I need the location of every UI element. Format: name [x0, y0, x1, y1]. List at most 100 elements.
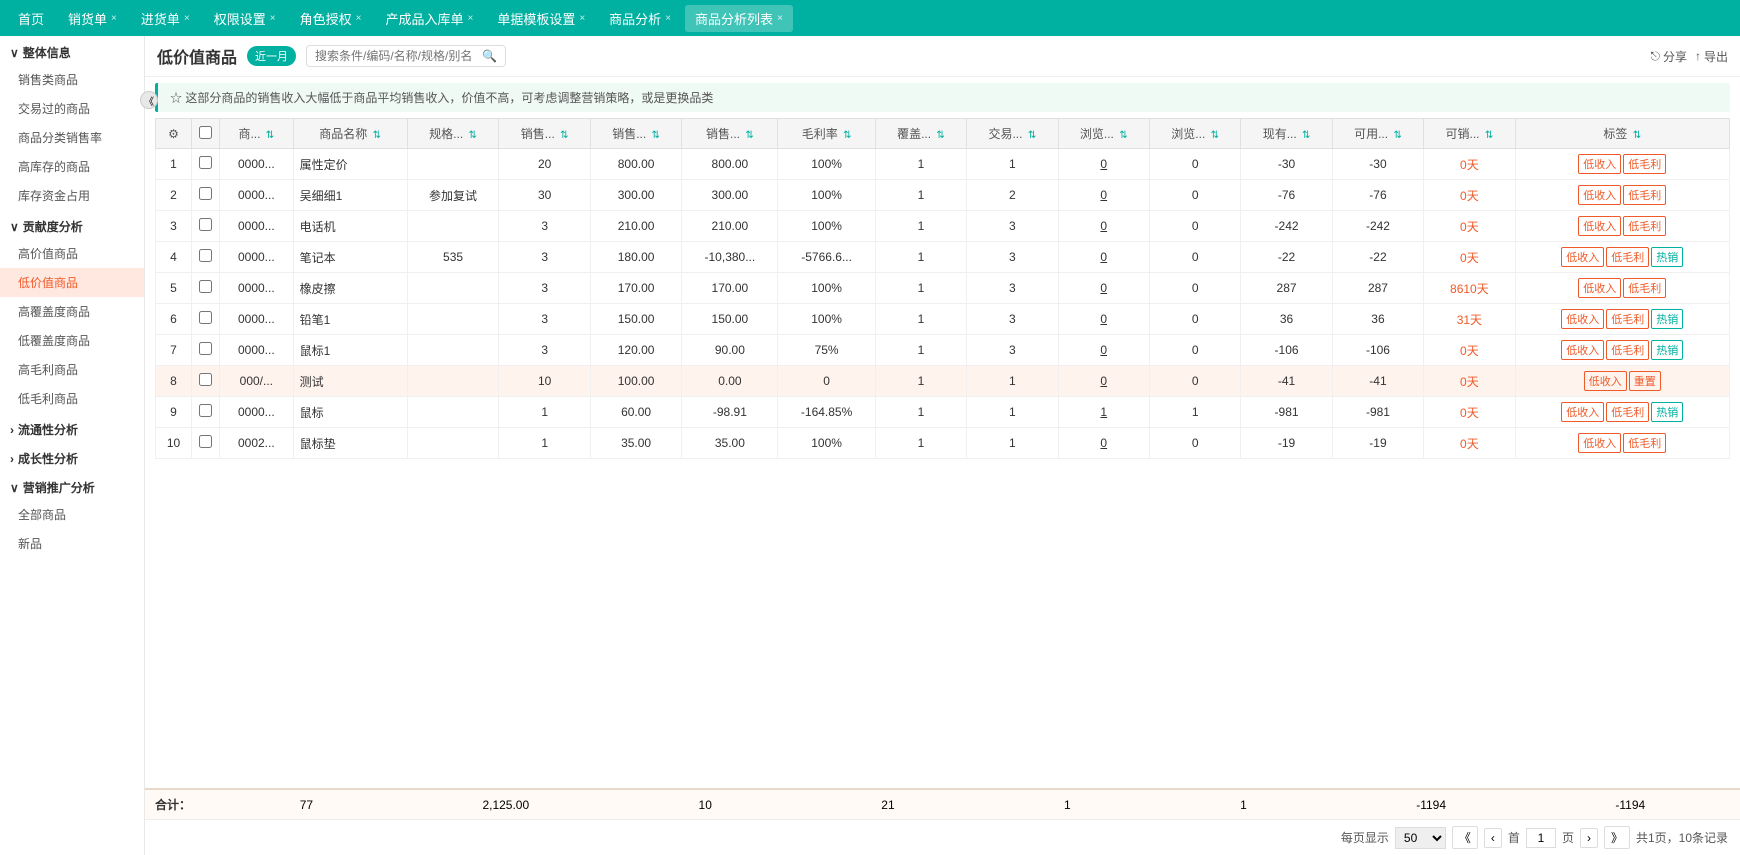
row-checkbox[interactable] — [199, 156, 212, 169]
close-icon[interactable]: × — [579, 13, 585, 24]
col-trade[interactable]: 交易... ⇅ — [967, 119, 1058, 149]
sidebar-item-low-value[interactable]: 低价值商品 — [0, 268, 144, 297]
sidebar-item-low-coverage[interactable]: 低覆盖度商品 — [0, 326, 144, 355]
sidebar-item-all-products[interactable]: 全部商品 — [0, 500, 144, 529]
row-checkbox[interactable] — [199, 218, 212, 231]
row-browse2: 0 — [1149, 335, 1240, 366]
col-browse2[interactable]: 浏览... ⇅ — [1149, 119, 1240, 149]
col-tags[interactable]: 标签 ⇅ — [1515, 119, 1729, 149]
search-icon[interactable]: 🔍 — [482, 49, 497, 63]
sidebar-item-traded-products[interactable]: 交易过的商品 — [0, 94, 144, 123]
table-row: 10 0002... 鼠标垫 1 35.00 35.00 100% 1 1 0 … — [156, 428, 1730, 459]
close-icon[interactable]: × — [467, 13, 473, 24]
last-page-button[interactable]: 》 — [1604, 826, 1630, 849]
sidebar-section-growth[interactable]: › 成长性分析 — [0, 442, 144, 471]
footer-col7: 1 — [1064, 798, 1071, 812]
per-page-select[interactable]: 50 100 — [1395, 827, 1446, 849]
col-sales3[interactable]: 销售... ⇅ — [682, 119, 778, 149]
nav-permissions[interactable]: 权限设置 × — [204, 5, 286, 32]
sidebar-section-marketing[interactable]: ∨ 营销推广分析 — [0, 471, 144, 500]
tag-label: 低收入 — [1578, 433, 1621, 453]
sidebar-item-new-products[interactable]: 新品 — [0, 529, 144, 558]
row-days: 0天 — [1424, 180, 1515, 211]
sidebar-item-sales-products[interactable]: 销售类商品 — [0, 65, 144, 94]
row-current: -19 — [1241, 428, 1332, 459]
prev-page-button[interactable]: ‹ — [1484, 828, 1502, 848]
row-checkbox[interactable] — [199, 373, 212, 386]
search-input[interactable] — [315, 49, 478, 63]
browse-link[interactable]: 0 — [1100, 219, 1107, 233]
close-icon[interactable]: × — [665, 13, 671, 24]
sidebar-item-high-margin[interactable]: 高毛利商品 — [0, 355, 144, 384]
row-days: 0天 — [1424, 211, 1515, 242]
col-name[interactable]: 商品名称 ⇅ — [293, 119, 407, 149]
col-settings[interactable]: ⚙ — [156, 119, 192, 149]
header-actions: ⎋ 分享 ↑ 导出 — [1650, 48, 1728, 65]
row-checkbox[interactable] — [199, 280, 212, 293]
row-spec — [407, 304, 499, 335]
close-icon[interactable]: × — [270, 13, 276, 24]
col-coverage[interactable]: 覆盖... ⇅ — [875, 119, 966, 149]
sidebar-item-inventory-funds[interactable]: 库存资金占用 — [0, 181, 144, 210]
top-nav: 首页 销货单 × 进货单 × 权限设置 × 角色授权 × 产成品入库单 × 单据… — [0, 0, 1740, 36]
sidebar-item-high-coverage[interactable]: 高覆盖度商品 — [0, 297, 144, 326]
row-code: 0002... — [220, 428, 294, 459]
browse-link[interactable]: 0 — [1100, 374, 1107, 388]
select-all-checkbox[interactable] — [199, 126, 212, 139]
sidebar-item-high-inventory[interactable]: 高库存的商品 — [0, 152, 144, 181]
col-code[interactable]: 商... ⇅ — [220, 119, 294, 149]
nav-analysis[interactable]: 商品分析 × — [599, 5, 681, 32]
browse-link[interactable]: 0 — [1100, 250, 1107, 264]
browse-link[interactable]: 0 — [1100, 157, 1107, 171]
row-checkbox[interactable] — [199, 249, 212, 262]
nav-sales[interactable]: 销货单 × — [58, 5, 127, 32]
col-checkbox-all[interactable] — [192, 119, 220, 149]
nav-purchase[interactable]: 进货单 × — [131, 5, 200, 32]
row-checkbox[interactable] — [199, 187, 212, 200]
close-icon[interactable]: × — [111, 13, 117, 24]
browse-link[interactable]: 0 — [1100, 188, 1107, 202]
col-sales1[interactable]: 销售... ⇅ — [499, 119, 590, 149]
col-spec[interactable]: 规格... ⇅ — [407, 119, 499, 149]
row-checkbox[interactable] — [199, 342, 212, 355]
col-available[interactable]: 可用... ⇅ — [1332, 119, 1423, 149]
nav-templates[interactable]: 单据模板设置 × — [487, 5, 595, 32]
col-sellable[interactable]: 可销... ⇅ — [1424, 119, 1515, 149]
browse-link[interactable]: 1 — [1100, 405, 1107, 419]
sidebar-collapse-button[interactable]: 《 — [140, 91, 158, 109]
search-box[interactable]: 🔍 — [306, 45, 506, 67]
col-sales2[interactable]: 销售... ⇅ — [590, 119, 681, 149]
first-page-button[interactable]: 《 — [1452, 826, 1478, 849]
table-row: 3 0000... 电话机 3 210.00 210.00 100% 1 3 0… — [156, 211, 1730, 242]
sidebar-item-category-sales[interactable]: 商品分类销售率 — [0, 123, 144, 152]
sidebar-section-contribution[interactable]: ∨ 贡献度分析 — [0, 210, 144, 239]
row-checkbox[interactable] — [199, 311, 212, 324]
close-icon[interactable]: × — [777, 13, 783, 24]
nav-analysis-list[interactable]: 商品分析列表 × — [685, 5, 793, 32]
row-sales1: 30 — [499, 180, 590, 211]
sidebar-section-overall[interactable]: ∨ 整体信息 — [0, 36, 144, 65]
browse-link[interactable]: 0 — [1100, 281, 1107, 295]
close-icon[interactable]: × — [184, 13, 190, 24]
nav-home[interactable]: 首页 — [8, 5, 54, 32]
share-button[interactable]: ⎋ 分享 — [1650, 48, 1687, 65]
browse-link[interactable]: 0 — [1100, 312, 1107, 326]
sidebar-item-low-margin[interactable]: 低毛利商品 — [0, 384, 144, 413]
date-badge[interactable]: 近一月 — [247, 46, 296, 66]
sidebar-section-circulation[interactable]: › 流通性分析 — [0, 413, 144, 442]
next-page-button[interactable]: › — [1580, 828, 1598, 848]
nav-products[interactable]: 产成品入库单 × — [375, 5, 483, 32]
export-button[interactable]: ↑ 导出 — [1695, 48, 1728, 65]
row-checkbox[interactable] — [199, 435, 212, 448]
nav-roles[interactable]: 角色授权 × — [290, 5, 372, 32]
browse-link[interactable]: 0 — [1100, 436, 1107, 450]
row-checkbox[interactable] — [199, 404, 212, 417]
sidebar-item-high-value[interactable]: 高价值商品 — [0, 239, 144, 268]
col-current[interactable]: 现有... ⇅ — [1241, 119, 1332, 149]
col-browse1[interactable]: 浏览... ⇅ — [1058, 119, 1149, 149]
page-number-input[interactable] — [1526, 828, 1556, 848]
browse-link[interactable]: 0 — [1100, 343, 1107, 357]
tag-label: 低收入 — [1578, 278, 1621, 298]
close-icon[interactable]: × — [356, 13, 362, 24]
col-margin[interactable]: 毛利率 ⇅ — [778, 119, 875, 149]
